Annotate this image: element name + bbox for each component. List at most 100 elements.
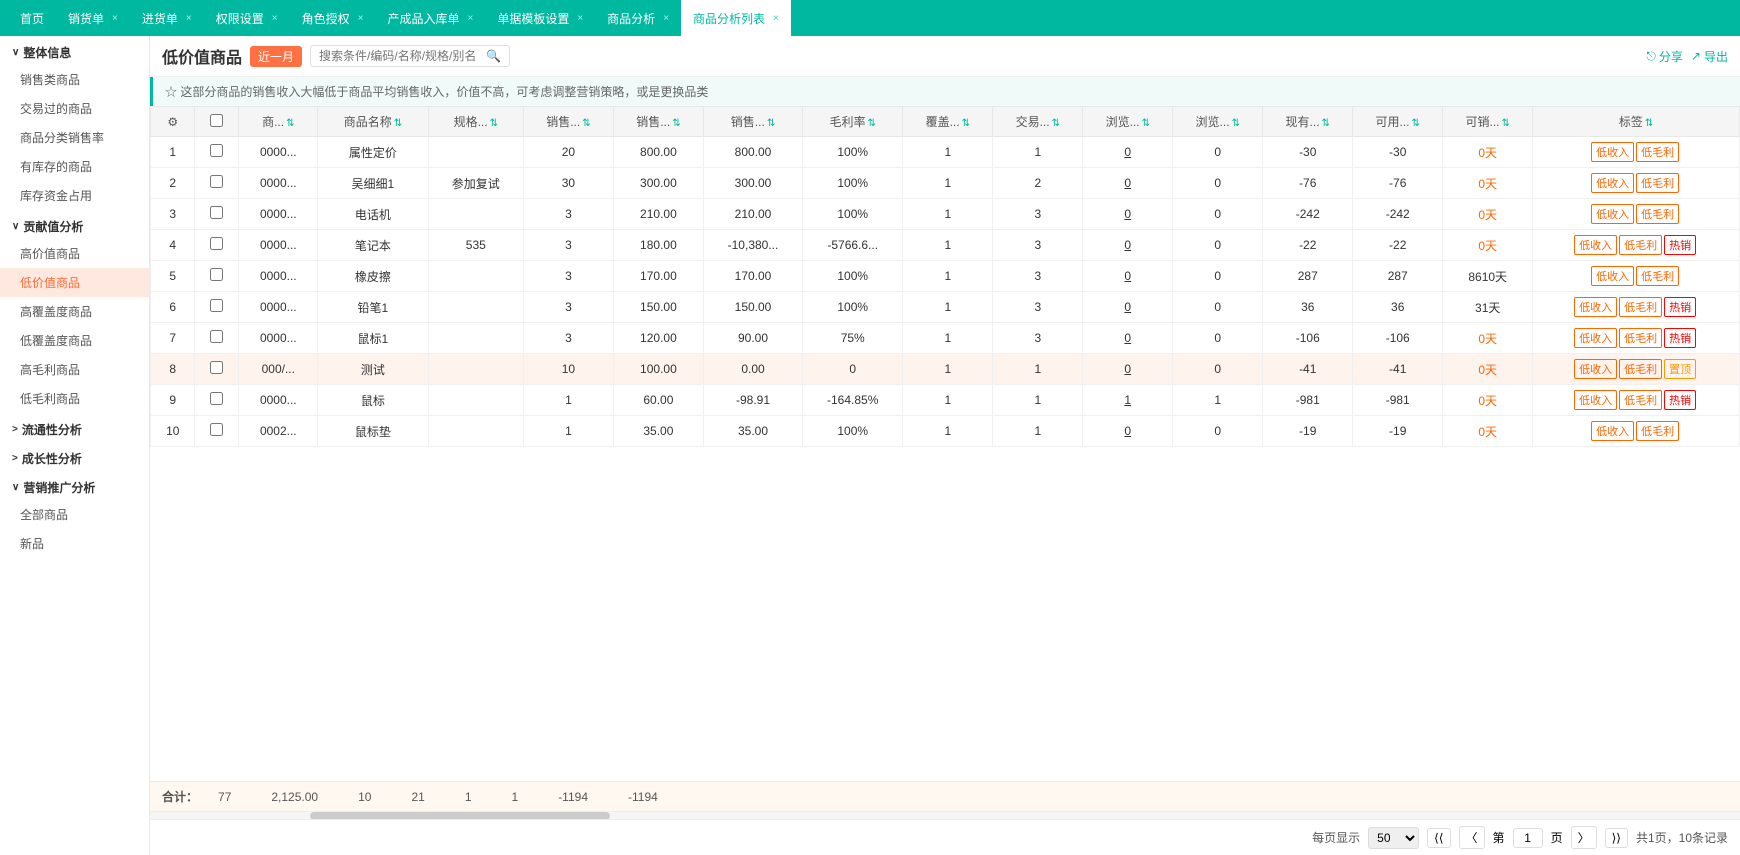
select-all-checkbox[interactable] [210, 114, 223, 127]
row-checkbox[interactable] [210, 423, 223, 436]
page-number-input[interactable] [1513, 828, 1543, 848]
sidebar-item-sales-goods[interactable]: 销售类商品 [0, 65, 149, 94]
col-trade[interactable]: 交易...⇅ [993, 107, 1083, 137]
browse1-cell[interactable]: 0 [1124, 238, 1131, 252]
next-page-button[interactable]: 〉 [1571, 826, 1597, 849]
row-checkbox[interactable] [210, 361, 223, 374]
row-browse1[interactable]: 0 [1083, 199, 1173, 230]
sidebar-item-stocked-goods[interactable]: 有库存的商品 [0, 152, 149, 181]
col-checkbox[interactable] [195, 107, 239, 137]
nav-purchase[interactable]: 进货单 × [130, 0, 204, 36]
sidebar-group-flow[interactable]: > 流通性分析 [0, 413, 149, 442]
sidebar-item-low-value[interactable]: 低价值商品 [0, 268, 149, 297]
row-browse1[interactable]: 0 [1083, 168, 1173, 199]
export-button[interactable]: ↗ 导出 [1691, 48, 1728, 65]
per-page-select[interactable]: 50 100 200 [1368, 827, 1419, 849]
first-page-button[interactable]: ⟨⟨ [1427, 828, 1450, 848]
col-coverage[interactable]: 覆盖...⇅ [903, 107, 993, 137]
row-checkbox-cell[interactable] [195, 261, 239, 292]
col-sales1[interactable]: 销售...⇅ [523, 107, 613, 137]
col-browse2[interactable]: 浏览...⇅ [1173, 107, 1263, 137]
row-browse1[interactable]: 1 [1083, 385, 1173, 416]
sidebar-item-high-coverage[interactable]: 高覆盖度商品 [0, 297, 149, 326]
row-checkbox[interactable] [210, 299, 223, 312]
col-tags[interactable]: 标签⇅ [1533, 107, 1740, 137]
nav-permissions[interactable]: 权限设置 × [204, 0, 290, 36]
horizontal-scrollbar[interactable] [150, 811, 1740, 819]
browse1-cell[interactable]: 0 [1124, 269, 1131, 283]
filter-recent-month[interactable]: 近一月 [250, 46, 302, 67]
row-browse1[interactable]: 0 [1083, 137, 1173, 168]
sidebar-item-traded-goods[interactable]: 交易过的商品 [0, 94, 149, 123]
row-browse1[interactable]: 0 [1083, 416, 1173, 447]
row-checkbox[interactable] [210, 144, 223, 157]
col-current[interactable]: 现有...⇅ [1263, 107, 1353, 137]
close-icon[interactable]: × [358, 13, 364, 24]
row-browse1[interactable]: 0 [1083, 323, 1173, 354]
sidebar-item-low-coverage[interactable]: 低覆盖度商品 [0, 326, 149, 355]
sidebar-item-low-margin[interactable]: 低毛利商品 [0, 384, 149, 413]
col-sellable[interactable]: 可销...⇅ [1443, 107, 1533, 137]
row-checkbox[interactable] [210, 206, 223, 219]
nav-sales[interactable]: 销货单 × [56, 0, 130, 36]
row-browse1[interactable]: 0 [1083, 292, 1173, 323]
row-checkbox[interactable] [210, 392, 223, 405]
close-icon[interactable]: × [663, 13, 669, 24]
col-settings[interactable]: ⚙ [151, 107, 195, 137]
row-checkbox-cell[interactable] [195, 354, 239, 385]
col-code[interactable]: 商...⇅ [239, 107, 318, 137]
nav-home[interactable]: 首页 [8, 0, 56, 36]
nav-analysis-list[interactable]: 商品分析列表 × [681, 0, 791, 36]
nav-analysis[interactable]: 商品分析 × [595, 0, 681, 36]
close-icon[interactable]: × [112, 13, 118, 24]
sidebar-group-marketing[interactable]: ∨ 营销推广分析 [0, 471, 149, 500]
col-sales2[interactable]: 销售...⇅ [613, 107, 703, 137]
row-checkbox-cell[interactable] [195, 323, 239, 354]
share-button[interactable]: ⎋ 分享 [1646, 48, 1683, 65]
browse1-cell[interactable]: 1 [1124, 393, 1131, 407]
search-input[interactable] [319, 49, 482, 63]
browse1-cell[interactable]: 0 [1124, 424, 1131, 438]
row-checkbox-cell[interactable] [195, 385, 239, 416]
browse1-cell[interactable]: 0 [1124, 176, 1131, 190]
row-browse1[interactable]: 0 [1083, 354, 1173, 385]
row-checkbox-cell[interactable] [195, 230, 239, 261]
last-page-button[interactable]: ⟩⟩ [1605, 828, 1628, 848]
sidebar-item-high-value[interactable]: 高价值商品 [0, 239, 149, 268]
sidebar-group-overall[interactable]: ∨ 整体信息 [0, 36, 149, 65]
col-spec[interactable]: 规格...⇅ [428, 107, 523, 137]
sidebar-item-category-rate[interactable]: 商品分类销售率 [0, 123, 149, 152]
close-icon[interactable]: × [773, 13, 779, 24]
sidebar-item-new-goods[interactable]: 新品 [0, 529, 149, 558]
search-icon[interactable]: 🔍 [486, 49, 501, 63]
row-browse1[interactable]: 0 [1083, 230, 1173, 261]
row-checkbox[interactable] [210, 268, 223, 281]
row-checkbox-cell[interactable] [195, 199, 239, 230]
nav-product-entry[interactable]: 产成品入库单 × [375, 0, 485, 36]
row-checkbox[interactable] [210, 175, 223, 188]
col-sales3[interactable]: 销售...⇅ [703, 107, 802, 137]
row-browse1[interactable]: 0 [1083, 261, 1173, 292]
browse1-cell[interactable]: 0 [1124, 207, 1131, 221]
browse1-cell[interactable]: 0 [1124, 362, 1131, 376]
browse1-cell[interactable]: 0 [1124, 331, 1131, 345]
close-icon[interactable]: × [186, 13, 192, 24]
row-checkbox-cell[interactable] [195, 416, 239, 447]
sidebar-item-stock-capital[interactable]: 库存资金占用 [0, 181, 149, 210]
close-icon[interactable]: × [467, 13, 473, 24]
row-checkbox-cell[interactable] [195, 168, 239, 199]
sidebar-item-all-goods[interactable]: 全部商品 [0, 500, 149, 529]
row-checkbox-cell[interactable] [195, 292, 239, 323]
col-browse1[interactable]: 浏览...⇅ [1083, 107, 1173, 137]
col-available[interactable]: 可用...⇅ [1353, 107, 1443, 137]
row-checkbox[interactable] [210, 330, 223, 343]
close-icon[interactable]: × [577, 13, 583, 24]
prev-page-button[interactable]: 〈 [1459, 826, 1485, 849]
row-checkbox[interactable] [210, 237, 223, 250]
close-icon[interactable]: × [272, 13, 278, 24]
nav-roles[interactable]: 角色授权 × [290, 0, 376, 36]
col-margin[interactable]: 毛利率⇅ [803, 107, 903, 137]
sidebar-group-contribution[interactable]: ∨ 贡献值分析 [0, 210, 149, 239]
browse1-cell[interactable]: 0 [1124, 300, 1131, 314]
nav-template[interactable]: 单据模板设置 × [485, 0, 595, 36]
